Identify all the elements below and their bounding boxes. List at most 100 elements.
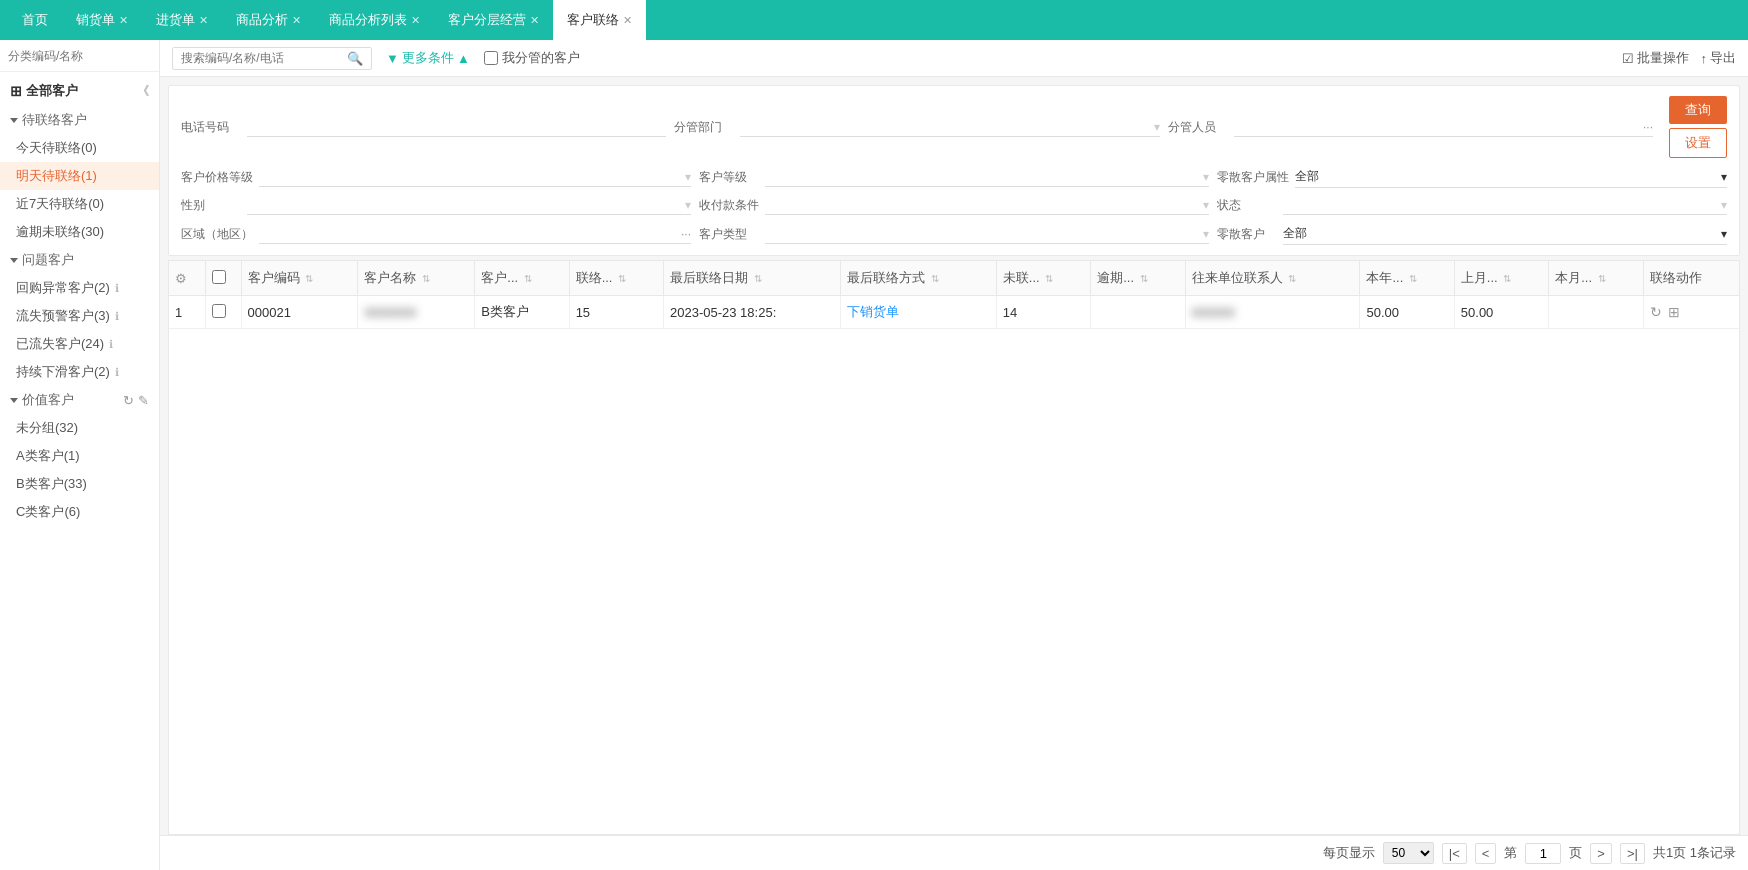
sidebar-section-problem[interactable]: 问题客户 [0,246,159,274]
sidebar-item-tomorrow[interactable]: 明天待联络(1) [0,162,159,190]
col-this-month[interactable]: 本月... ⇅ [1549,261,1643,296]
select-all-checkbox[interactable] [212,270,226,284]
col-customer-code[interactable]: 客户编码 ⇅ [241,261,358,296]
sidebar-item-declining[interactable]: 持续下滑客户(2) ℹ [0,358,159,386]
nav-close-purchase[interactable]: ✕ [199,14,208,27]
row-overdue [1091,296,1185,329]
col-settings[interactable]: ⚙ [169,261,205,296]
info-icon-3: ℹ [109,338,113,350]
sidebar: 🔍 ⊞ 全部客户 《 待联络客户 今天待联络(0) 明天待联络(1) [0,40,160,870]
export-btn[interactable]: ↑ 导出 [1701,49,1737,67]
first-page-btn[interactable]: |< [1442,843,1467,864]
payment-select[interactable]: ▾ [765,196,1209,215]
customer-type-select[interactable]: ▾ [765,225,1209,244]
more-filter-btn[interactable]: ▼ 更多条件 ▲ [380,46,476,70]
row-checkbox[interactable] [212,304,226,318]
prev-page-btn[interactable]: < [1475,843,1497,864]
search-icon[interactable]: 🔍 [347,51,363,66]
phone-input[interactable] [247,118,666,137]
col-last-month[interactable]: 上月... ⇅ [1454,261,1548,296]
nav-close-analysis[interactable]: ✕ [292,14,301,27]
sidebar-item-abnormal[interactable]: 回购异常客户(2) ℹ [0,274,159,302]
retail-customer-select[interactable]: 全部 ▾ [1283,223,1727,245]
next-page-btn[interactable]: > [1590,843,1612,864]
status-select[interactable]: ▾ [1283,196,1727,215]
search-box[interactable]: 🔍 [172,47,372,70]
contact-icon[interactable]: ↻ [1650,304,1662,320]
customer-level-select[interactable]: ▾ [765,168,1209,187]
region-select[interactable]: ··· [259,225,691,244]
col-contact-count[interactable]: 联络... ⇅ [569,261,663,296]
info-icon-2: ℹ [115,310,119,322]
nav-close-customer-contact[interactable]: ✕ [623,14,632,27]
row-this-year: 50.00 [1360,296,1454,329]
nav-purchase-order[interactable]: 进货单 ✕ [142,0,222,40]
manager-select[interactable]: ··· [1234,118,1653,137]
sidebar-item-classB[interactable]: B类客户(33) [0,470,159,498]
col-last-contact-date[interactable]: 最后联络日期 ⇅ [664,261,841,296]
sidebar-item-7days[interactable]: 近7天待联络(0) [0,190,159,218]
export-icon: ↑ [1701,51,1708,66]
nav-sales-order[interactable]: 销货单 ✕ [62,0,142,40]
ellipsis-icon-region[interactable]: ··· [681,227,691,241]
col-customer-type[interactable]: 客户... ⇅ [475,261,569,296]
sort-icon-person: ⇅ [1288,273,1296,284]
nav-close-analysis-list[interactable]: ✕ [411,14,420,27]
nav-close-sales[interactable]: ✕ [119,14,128,27]
my-customers-filter[interactable]: 我分管的客户 [484,49,580,67]
more-action-icon[interactable]: ⊞ [1668,304,1680,320]
nav-close-customer-layer[interactable]: ✕ [530,14,539,27]
nav-home[interactable]: 首页 [8,0,62,40]
dept-select[interactable]: ▾ [740,118,1159,137]
query-button[interactable]: 查询 [1669,96,1727,124]
sidebar-search-box[interactable]: 🔍 [0,40,159,72]
row-last-method[interactable]: 下销货单 [841,296,997,329]
col-this-year[interactable]: 本年... ⇅ [1360,261,1454,296]
last-page-btn[interactable]: >| [1620,843,1645,864]
last-method-link[interactable]: 下销货单 [847,304,899,319]
edit-icon[interactable]: ✎ [138,393,149,408]
refresh-icon[interactable]: ↻ [123,393,134,408]
my-customers-checkbox[interactable] [484,51,498,65]
sidebar-item-churn-warning[interactable]: 流失预警客户(3) ℹ [0,302,159,330]
gender-select[interactable]: ▾ [247,196,691,215]
nav-product-analysis-list[interactable]: 商品分析列表 ✕ [315,0,434,40]
col-checkbox[interactable] [205,261,241,296]
sidebar-search-input[interactable] [8,49,158,63]
col-last-contact-method[interactable]: 最后联络方式 ⇅ [841,261,997,296]
retail-attr-select[interactable]: 全部 ▾ [1295,166,1727,188]
ellipsis-icon-manager[interactable]: ··· [1643,120,1653,134]
sidebar-item-today[interactable]: 今天待联络(0) [0,134,159,162]
sidebar-item-classC[interactable]: C类客户(6) [0,498,159,526]
sidebar-section-value[interactable]: 价值客户 ↻ ✎ [0,386,159,414]
sidebar-item-overdue[interactable]: 逾期未联络(30) [0,218,159,246]
sidebar-item-churned[interactable]: 已流失客户(24) ℹ [0,330,159,358]
nav-product-analysis[interactable]: 商品分析 ✕ [222,0,315,40]
row-uncontacted: 14 [996,296,1090,329]
right-panel: 🔍 ▼ 更多条件 ▲ 我分管的客户 ☑ 批量操作 ↑ 导出 [160,40,1748,870]
col-uncontacted[interactable]: 未联... ⇅ [996,261,1090,296]
nav-customer-contact[interactable]: 客户联络 ✕ [553,0,646,40]
price-level-select[interactable]: ▾ [259,168,691,187]
sidebar-section-pending[interactable]: 待联络客户 [0,106,159,134]
action-icons: ↻ ⊞ [1650,304,1733,320]
settings-button[interactable]: 设置 [1669,128,1727,158]
sidebar-all-customers[interactable]: ⊞ 全部客户 《 [0,76,159,106]
nav-customer-layer[interactable]: 客户分层经营 ✕ [434,0,553,40]
page-input[interactable] [1525,843,1561,864]
main-search-input[interactable] [181,51,343,65]
row-contact-count: 15 [569,296,663,329]
sidebar-item-ungrouped[interactable]: 未分组(32) [0,414,159,442]
settings-icon[interactable]: ⚙ [175,271,187,286]
sidebar-item-classA[interactable]: A类客户(1) [0,442,159,470]
per-page-select[interactable]: 50 100 200 [1383,842,1434,864]
filter-region: 区域（地区） ··· [181,225,691,244]
col-overdue[interactable]: 逾期... ⇅ [1091,261,1185,296]
col-contact-person[interactable]: 往来单位联系人 ⇅ [1185,261,1360,296]
table-row: 1 000021 XXXXXX B类客户 15 2023-05-23 18:25… [169,296,1739,329]
batch-ops-btn[interactable]: ☑ 批量操作 [1622,49,1689,67]
col-customer-name[interactable]: 客户名称 ⇅ [358,261,475,296]
row-index: 1 [169,296,205,329]
chevron-down-icon-price: ▾ [685,170,691,184]
row-checkbox-cell[interactable] [205,296,241,329]
